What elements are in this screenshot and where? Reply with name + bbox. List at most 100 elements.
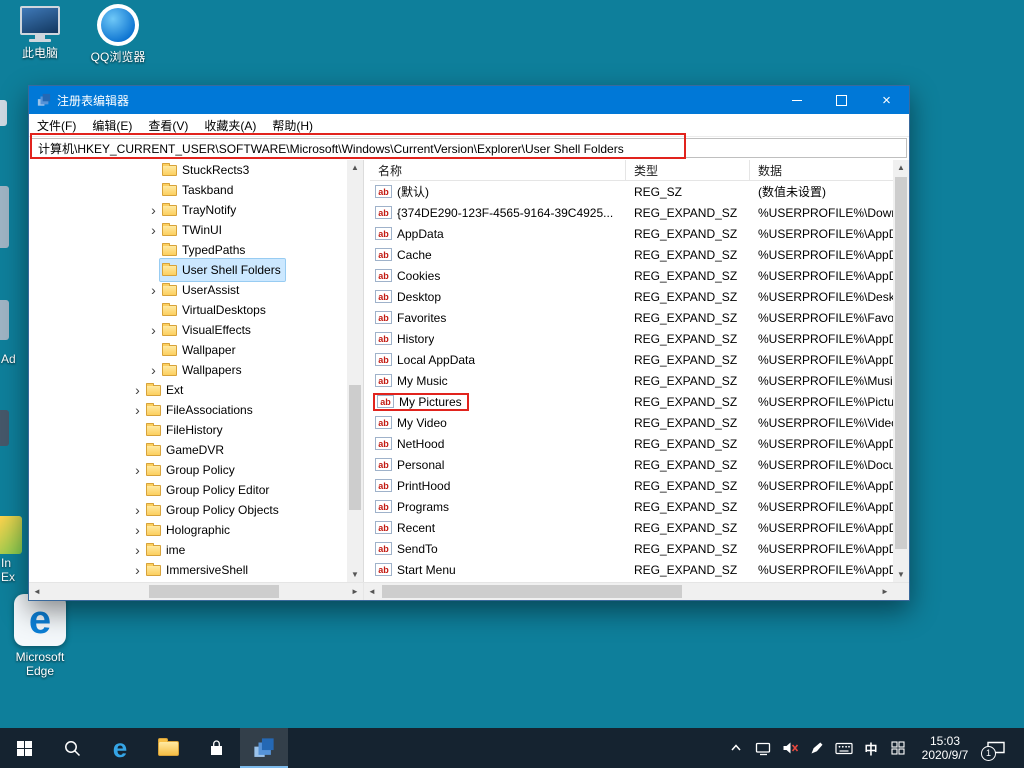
expand-chevron-icon[interactable]: › bbox=[131, 383, 144, 397]
registry-value-row[interactable]: abMy MusicREG_EXPAND_SZ%USERPROFILE%\Mus… bbox=[370, 370, 893, 391]
tree-item-content[interactable]: ime bbox=[144, 539, 189, 561]
scroll-right-arrow-icon[interactable]: ► bbox=[347, 583, 363, 600]
tree-item-content[interactable]: Ext bbox=[144, 379, 187, 401]
tree-item-taskband[interactable]: Taskband bbox=[29, 180, 347, 200]
tree-item-traynotify[interactable]: ›TrayNotify bbox=[29, 200, 347, 220]
partial-desktop-icon[interactable] bbox=[0, 516, 22, 554]
tree-item-content[interactable]: ImmersiveShell bbox=[144, 559, 252, 581]
tree-item-holographic[interactable]: ›Holographic bbox=[29, 520, 347, 540]
menu-help[interactable]: 帮助(H) bbox=[272, 117, 313, 134]
scroll-left-arrow-icon[interactable]: ◄ bbox=[29, 583, 45, 600]
search-button[interactable] bbox=[48, 728, 96, 768]
notification-center-button[interactable]: 1 bbox=[982, 734, 1010, 762]
tree-item-stuckrects3[interactable]: StuckRects3 bbox=[29, 160, 347, 180]
windows-ink-pen-icon[interactable] bbox=[807, 734, 827, 762]
registry-value-row[interactable]: abNetHoodREG_EXPAND_SZ%USERPROFILE%\AppD… bbox=[370, 433, 893, 454]
menu-file[interactable]: 文件(F) bbox=[37, 117, 76, 134]
start-button[interactable] bbox=[0, 728, 48, 768]
desktop-icon-qq-browser[interactable]: QQ浏览器 bbox=[86, 4, 150, 64]
close-button[interactable]: × bbox=[864, 86, 909, 114]
expand-chevron-icon[interactable]: › bbox=[147, 203, 160, 217]
scrollbar-thumb[interactable] bbox=[149, 585, 279, 598]
column-header-data[interactable]: 数据 bbox=[750, 160, 893, 180]
tree-vertical-scrollbar[interactable]: ▲ ▼ bbox=[347, 160, 363, 583]
network-icon[interactable] bbox=[753, 734, 773, 762]
tree-item-content[interactable]: TrayNotify bbox=[160, 199, 240, 221]
taskbar-registry-editor-button[interactable] bbox=[240, 728, 288, 768]
scrollbar-thumb[interactable] bbox=[382, 585, 682, 598]
menu-edit[interactable]: 编辑(E) bbox=[92, 117, 132, 134]
tree-item-content[interactable]: GameDVR bbox=[144, 439, 228, 461]
registry-value-row[interactable]: abCacheREG_EXPAND_SZ%USERPROFILE%\AppDa bbox=[370, 244, 893, 265]
registry-value-row[interactable]: abHistoryREG_EXPAND_SZ%USERPROFILE%\AppD… bbox=[370, 328, 893, 349]
tree-item-content[interactable]: UserAssist bbox=[160, 279, 243, 301]
expand-chevron-icon[interactable]: › bbox=[147, 223, 160, 237]
tree-item-fileassociations[interactable]: ›FileAssociations bbox=[29, 400, 347, 420]
expand-chevron-icon[interactable]: › bbox=[147, 283, 160, 297]
expand-chevron-icon[interactable]: › bbox=[131, 563, 144, 577]
scroll-left-arrow-icon[interactable]: ◄ bbox=[364, 583, 380, 600]
tree-item-virtualdesktops[interactable]: VirtualDesktops bbox=[29, 300, 347, 320]
column-header-name[interactable]: 名称 bbox=[370, 160, 626, 180]
registry-value-row[interactable]: ab(默认)REG_SZ(数值未设置) bbox=[370, 181, 893, 202]
tree-item-immersiveshell[interactable]: ›ImmersiveShell bbox=[29, 560, 347, 580]
scroll-down-arrow-icon[interactable]: ▼ bbox=[893, 567, 909, 583]
registry-value-row[interactable]: abMy PicturesREG_EXPAND_SZ%USERPROFILE%\… bbox=[370, 391, 893, 412]
tree-item-content[interactable]: TypedPaths bbox=[160, 239, 249, 261]
scroll-up-arrow-icon[interactable]: ▲ bbox=[893, 160, 909, 176]
pane-splitter[interactable] bbox=[363, 160, 370, 583]
ime-language-indicator[interactable]: 中 bbox=[861, 739, 881, 758]
tree-item-content[interactable]: VirtualDesktops bbox=[160, 299, 270, 321]
expand-chevron-icon[interactable]: › bbox=[131, 403, 144, 417]
tray-overflow-chevron-icon[interactable] bbox=[726, 734, 746, 762]
tree-item-content[interactable]: FileAssociations bbox=[144, 399, 257, 421]
partial-desktop-icon[interactable] bbox=[0, 410, 9, 446]
list-horizontal-scrollbar[interactable]: ◄ ► bbox=[364, 583, 893, 600]
scroll-up-arrow-icon[interactable]: ▲ bbox=[347, 160, 363, 176]
registry-value-row[interactable]: abMy VideoREG_EXPAND_SZ%USERPROFILE%\Vid… bbox=[370, 412, 893, 433]
minimize-button[interactable] bbox=[774, 86, 819, 114]
tree-item-wallpapers[interactable]: ›Wallpapers bbox=[29, 360, 347, 380]
tree-item-group-policy-editor[interactable]: Group Policy Editor bbox=[29, 480, 347, 500]
registry-value-row[interactable]: abStart MenuREG_EXPAND_SZ%USERPROFILE%\A… bbox=[370, 559, 893, 580]
scrollbar-thumb[interactable] bbox=[895, 177, 907, 549]
taskbar-edge-button[interactable]: e bbox=[96, 728, 144, 768]
registry-value-row[interactable]: abPrintHoodREG_EXPAND_SZ%USERPROFILE%\Ap… bbox=[370, 475, 893, 496]
taskbar-file-explorer-button[interactable] bbox=[144, 728, 192, 768]
tree-item-ext[interactable]: ›Ext bbox=[29, 380, 347, 400]
menu-favorites[interactable]: 收藏夹(A) bbox=[204, 117, 256, 134]
partial-desktop-icon[interactable] bbox=[0, 100, 7, 126]
registry-value-row[interactable]: abProgramsREG_EXPAND_SZ%USERPROFILE%\App… bbox=[370, 496, 893, 517]
column-header-type[interactable]: 类型 bbox=[626, 160, 750, 180]
tree-item-gamedvr[interactable]: GameDVR bbox=[29, 440, 347, 460]
maximize-button[interactable] bbox=[819, 86, 864, 114]
scrollbar-thumb[interactable] bbox=[349, 385, 361, 510]
ime-grid-icon[interactable] bbox=[888, 734, 908, 762]
tree-item-wallpaper[interactable]: Wallpaper bbox=[29, 340, 347, 360]
registry-value-row[interactable]: abDesktopREG_EXPAND_SZ%USERPROFILE%\Desk… bbox=[370, 286, 893, 307]
expand-chevron-icon[interactable]: › bbox=[131, 463, 144, 477]
registry-value-row[interactable]: abPersonalREG_EXPAND_SZ%USERPROFILE%\Doc… bbox=[370, 454, 893, 475]
expand-chevron-icon[interactable]: › bbox=[131, 503, 144, 517]
taskbar-store-button[interactable] bbox=[192, 728, 240, 768]
tree-item-content[interactable]: Holographic bbox=[144, 519, 234, 541]
tree-item-group-policy[interactable]: ›Group Policy bbox=[29, 460, 347, 480]
partial-desktop-icon[interactable] bbox=[0, 300, 9, 340]
taskbar-clock[interactable]: 15:03 2020/9/7 bbox=[915, 734, 975, 762]
list-vertical-scrollbar[interactable]: ▲ ▼ bbox=[893, 160, 909, 583]
registry-value-row[interactable]: abSendToREG_EXPAND_SZ%USERPROFILE%\AppDa bbox=[370, 538, 893, 559]
expand-chevron-icon[interactable]: › bbox=[131, 523, 144, 537]
desktop-icon-microsoft-edge[interactable]: e Microsoft Edge bbox=[8, 594, 72, 678]
menu-view[interactable]: 查看(V) bbox=[148, 117, 188, 134]
tree-item-content[interactable]: Taskband bbox=[160, 179, 237, 201]
address-input[interactable] bbox=[31, 138, 907, 158]
tree-item-content[interactable]: VisualEffects bbox=[160, 319, 255, 341]
tree-item-content[interactable]: Group Policy Objects bbox=[144, 499, 283, 521]
tree-item-content[interactable]: Group Policy bbox=[144, 459, 239, 481]
registry-value-row[interactable]: ab{374DE290-123F-4565-9164-39C4925...REG… bbox=[370, 202, 893, 223]
registry-value-row[interactable]: abAppDataREG_EXPAND_SZ%USERPROFILE%\AppD… bbox=[370, 223, 893, 244]
registry-value-row[interactable]: abRecentREG_EXPAND_SZ%USERPROFILE%\AppDa bbox=[370, 517, 893, 538]
tree-item-user-shell-folders[interactable]: User Shell Folders bbox=[29, 260, 347, 280]
tree-item-content[interactable]: Group Policy Editor bbox=[144, 479, 273, 501]
tree-item-visualeffects[interactable]: ›VisualEffects bbox=[29, 320, 347, 340]
